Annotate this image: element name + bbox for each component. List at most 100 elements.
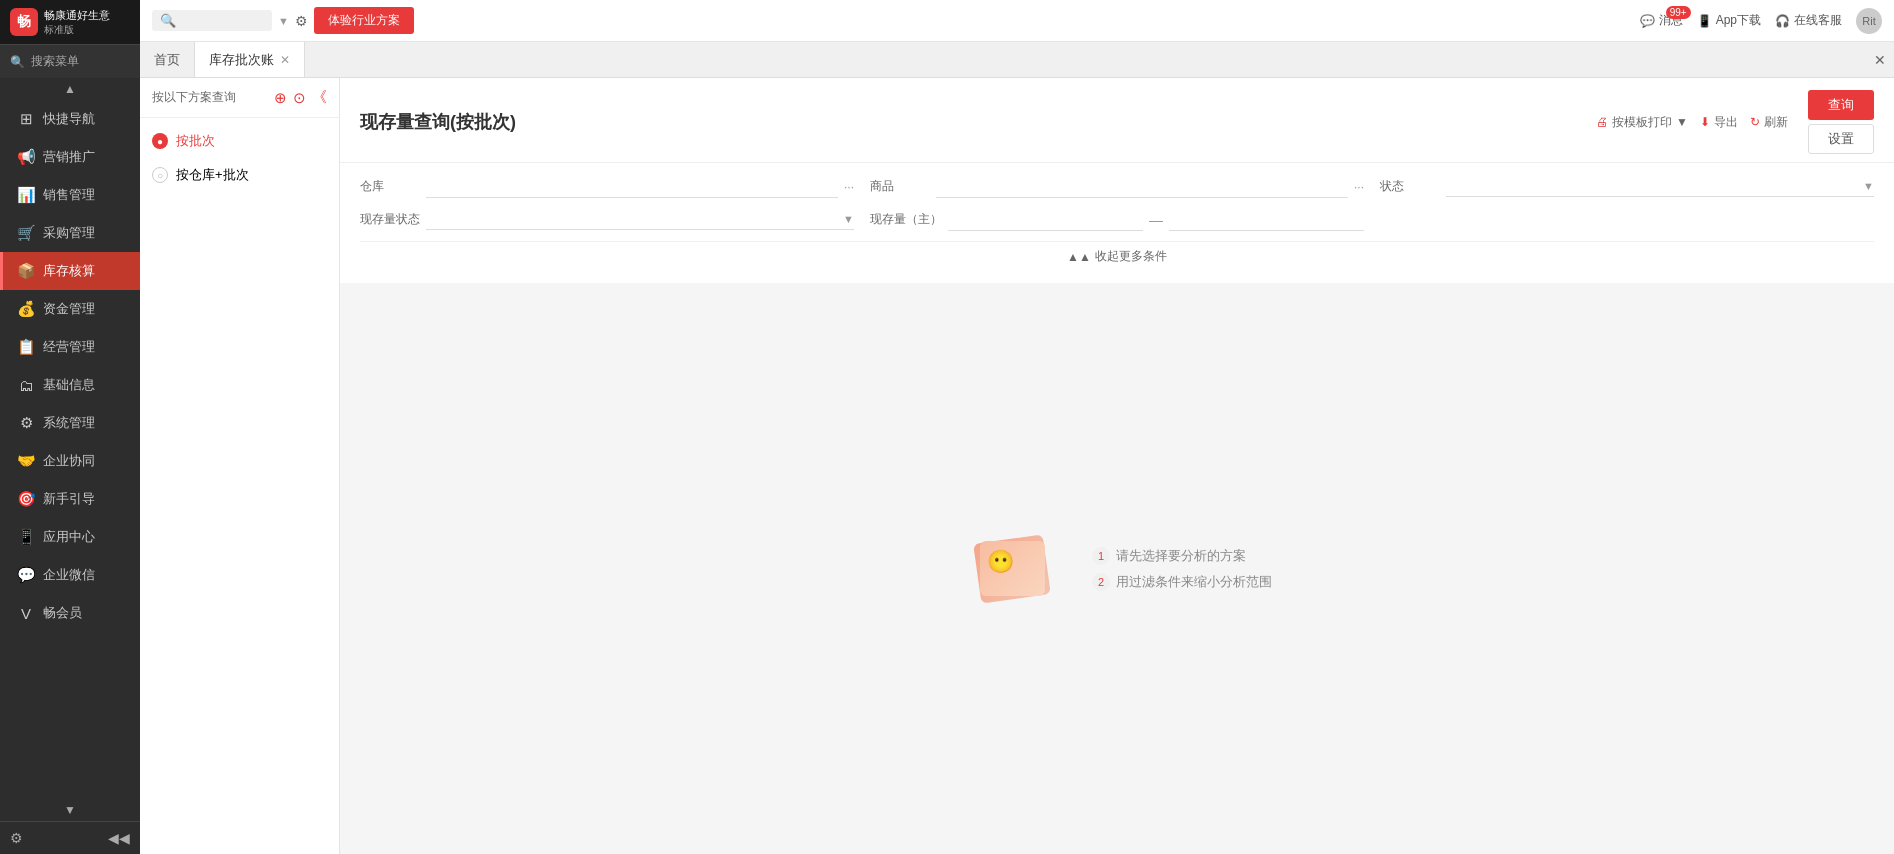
stock-qty-separator: — — [1149, 212, 1163, 228]
app-name: 畅康通好生意 — [44, 8, 110, 22]
refresh-label: 刷新 — [1764, 114, 1788, 131]
topbar-search-area[interactable]: 🔍 — [152, 10, 272, 31]
sidebar-item-member[interactable]: V 畅会员 — [0, 594, 140, 632]
sidebar-item-label: 基础信息 — [43, 376, 95, 394]
tab-home[interactable]: 首页 — [140, 42, 195, 77]
stock-qty-label: 现存量（主） — [870, 211, 942, 228]
stock-qty-max[interactable] — [1169, 208, 1364, 231]
collapse-filters-btn[interactable]: ▲▲ 收起更多条件 — [360, 241, 1874, 271]
topbar-search-input[interactable] — [180, 14, 260, 28]
sidebar-item-system[interactable]: ⚙ 系统管理 — [0, 404, 140, 442]
print-btn[interactable]: 🖨 按模板打印 ▼ — [1596, 114, 1688, 131]
stock-status-dropdown-icon: ▼ — [843, 213, 854, 225]
sidebar-item-label: 快捷导航 — [43, 110, 95, 128]
settings-button[interactable]: 设置 — [1808, 124, 1874, 154]
system-icon: ⚙ — [17, 414, 35, 432]
operation-icon: 📋 — [17, 338, 35, 356]
sidebar-search[interactable]: 🔍 搜索菜单 — [0, 45, 140, 78]
trial-btn[interactable]: 体验行业方案 — [314, 7, 414, 34]
user-name: Rit — [1862, 15, 1875, 27]
filter-product: 商品 ··· — [870, 175, 1364, 198]
plan-item-batch[interactable]: ● 按批次 — [140, 124, 339, 158]
tip-text-1: 请先选择要分析的方案 — [1116, 547, 1246, 565]
online-service-label: 在线客服 — [1794, 12, 1842, 29]
sidebar-item-label: 经营管理 — [43, 338, 95, 356]
sidebar-nav: ⊞ 快捷导航 📢 营销推广 📊 销售管理 🛒 采购管理 📦 库存核算 💰 资金管… — [0, 100, 140, 799]
product-input[interactable] — [936, 175, 1348, 198]
newuser-icon: 🎯 — [17, 490, 35, 508]
tab-batch-close-icon[interactable]: ✕ — [280, 53, 290, 67]
stock-qty-min[interactable] — [948, 208, 1143, 231]
topbar: 🔍 ▼ ⚙ 体验行业方案 💬 消息 99+ 📱 App下载 🎧 在线客服 — [140, 0, 1894, 42]
export-btn[interactable]: ⬇ 导出 — [1700, 114, 1738, 131]
left-panel-list: ● 按批次 ○ 按仓库+批次 — [140, 118, 339, 854]
sidebar-item-operation[interactable]: 📋 经营管理 — [0, 328, 140, 366]
basic-icon: 🗂 — [17, 377, 35, 394]
right-content: 现存量查询(按批次) 🖨 按模板打印 ▼ ⬇ 导出 ↻ — [340, 78, 1894, 854]
message-icon: 💬 — [1640, 14, 1655, 28]
print-dropdown-icon[interactable]: ▼ — [1676, 115, 1688, 129]
member-icon: V — [17, 605, 35, 622]
refresh-icon: ↻ — [1750, 115, 1760, 129]
warehouse-input[interactable] — [426, 175, 838, 198]
avatar: Rit — [1856, 8, 1882, 34]
sidebar-item-inventory[interactable]: 📦 库存核算 — [0, 252, 140, 290]
sidebar-item-newuser[interactable]: 🎯 新手引导 — [0, 480, 140, 518]
sidebar-item-label: 采购管理 — [43, 224, 95, 242]
empty-tip-2: 2 用过滤条件来缩小分析范围 — [1092, 573, 1272, 591]
settings-plan-icon[interactable]: ⊙ — [293, 89, 306, 107]
online-service-group[interactable]: 🎧 在线客服 — [1775, 12, 1842, 29]
stock-status-select[interactable]: ▼ — [426, 209, 854, 230]
sidebar-item-shortcut[interactable]: ⊞ 快捷导航 — [0, 100, 140, 138]
empty-face: 😶 — [987, 549, 1014, 575]
status-dropdown-icon: ▼ — [1863, 180, 1874, 192]
topbar-gear-icon[interactable]: ⚙ — [295, 13, 308, 29]
sales-icon: 📊 — [17, 186, 35, 204]
refresh-btn[interactable]: ↻ 刷新 — [1750, 114, 1788, 131]
tab-batch[interactable]: 库存批次账 ✕ — [195, 42, 305, 77]
plan-item-warehouse-batch[interactable]: ○ 按仓库+批次 — [140, 158, 339, 192]
sidebar-search-label: 搜索菜单 — [31, 53, 79, 70]
sidebar-item-label: 系统管理 — [43, 414, 95, 432]
sidebar-item-wechat[interactable]: 💬 企业微信 — [0, 556, 140, 594]
collapse-plan-icon[interactable]: 《 — [312, 88, 327, 107]
enterprise-icon: 🤝 — [17, 452, 35, 470]
user-group[interactable]: Rit — [1856, 8, 1882, 34]
empty-illustration: 😶 — [962, 519, 1062, 619]
sidebar-scroll-up[interactable]: ▲ — [0, 78, 140, 100]
app-name-block: 畅康通好生意 标准版 — [44, 8, 110, 35]
warehouse-more-icon[interactable]: ··· — [844, 180, 854, 194]
sidebar-item-sales[interactable]: 📊 销售管理 — [0, 176, 140, 214]
product-label: 商品 — [870, 178, 930, 195]
sidebar-item-enterprise[interactable]: 🤝 企业协同 — [0, 442, 140, 480]
add-plan-icon[interactable]: ⊕ — [274, 89, 287, 107]
tab-close-all-icon[interactable]: ✕ — [1874, 52, 1886, 68]
page-title: 现存量查询(按批次) — [360, 110, 516, 134]
settings-icon[interactable]: ⚙ — [10, 830, 23, 846]
sidebar-item-label: 新手引导 — [43, 490, 95, 508]
page-header: 现存量查询(按批次) 🖨 按模板打印 ▼ ⬇ 导出 ↻ — [340, 78, 1894, 163]
sidebar-item-basic[interactable]: 🗂 基础信息 — [0, 366, 140, 404]
sidebar-item-purchase[interactable]: 🛒 采购管理 — [0, 214, 140, 252]
headset-icon: 🎧 — [1775, 14, 1790, 28]
purchase-icon: 🛒 — [17, 224, 35, 242]
plan-item-label: 按仓库+批次 — [176, 166, 249, 184]
app-download-group[interactable]: 📱 App下载 — [1697, 12, 1761, 29]
status-select[interactable]: ▼ — [1446, 176, 1874, 197]
sidebar-item-marketing[interactable]: 📢 营销推广 — [0, 138, 140, 176]
sidebar-item-apps[interactable]: 📱 应用中心 — [0, 518, 140, 556]
sidebar-item-finance[interactable]: 💰 资金管理 — [0, 290, 140, 328]
empty-tip-1: 1 请先选择要分析的方案 — [1092, 547, 1272, 565]
collapse-sidebar-icon[interactable]: ◀◀ — [108, 830, 130, 846]
messages-group[interactable]: 💬 消息 99+ — [1640, 12, 1683, 29]
sidebar-item-label: 销售管理 — [43, 186, 95, 204]
product-more-icon[interactable]: ··· — [1354, 180, 1364, 194]
empty-tips: 1 请先选择要分析的方案 2 用过滤条件来缩小分析范围 — [1092, 547, 1272, 591]
sidebar-scroll-down[interactable]: ▼ — [0, 799, 140, 821]
app-edition: 标准版 — [44, 23, 110, 36]
query-button[interactable]: 查询 — [1808, 90, 1874, 120]
collapse-up-icon: ▲▲ — [1067, 250, 1091, 264]
topbar-dropdown-icon[interactable]: ▼ — [278, 15, 289, 27]
stock-status-label: 现存量状态 — [360, 211, 420, 228]
shortcut-icon: ⊞ — [17, 110, 35, 128]
